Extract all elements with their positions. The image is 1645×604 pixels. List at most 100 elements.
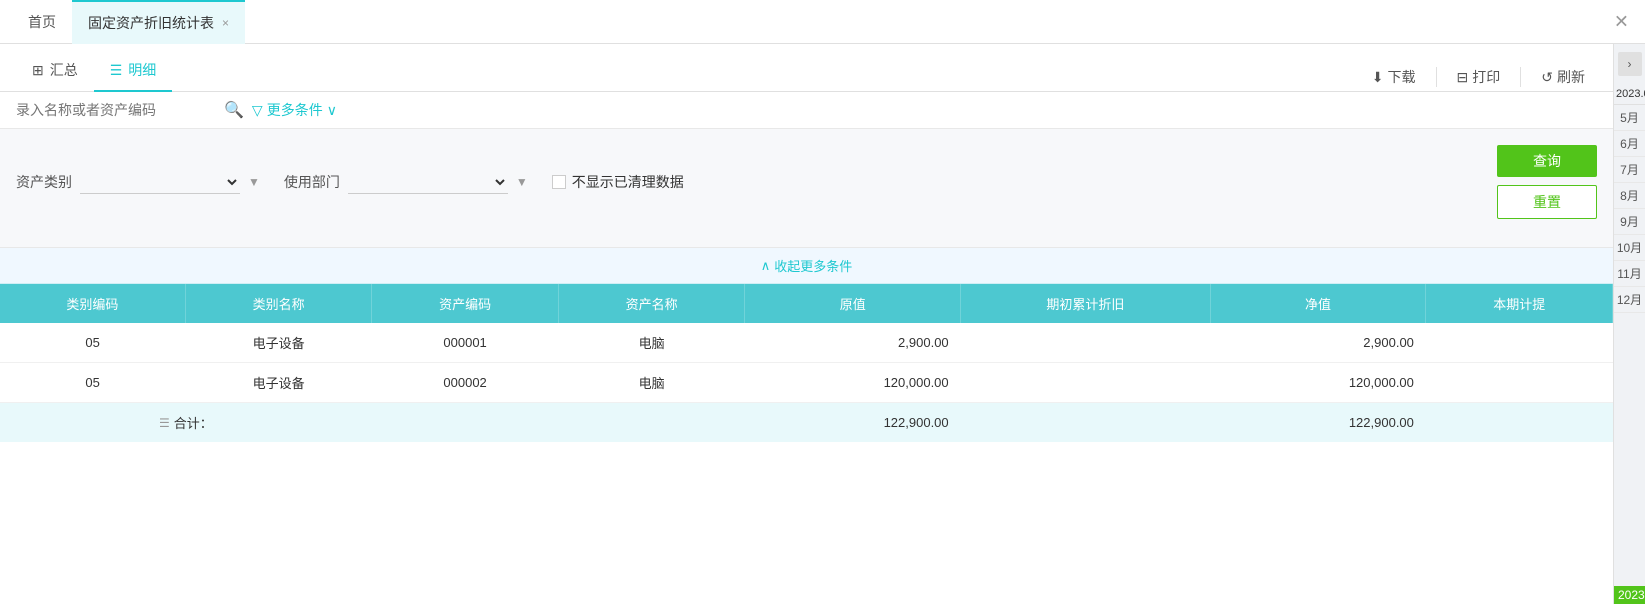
tab-summary[interactable]: ⊞ 汇总 xyxy=(16,50,94,92)
cell-initial-depreciation-2 xyxy=(961,363,1211,403)
home-nav-item[interactable]: 首页 xyxy=(12,0,72,44)
cell-current-provision-1 xyxy=(1426,323,1613,363)
year-badge[interactable]: 2023 xyxy=(1614,586,1645,604)
footer-label: 合计： xyxy=(174,413,213,432)
download-label: 下载 xyxy=(1388,67,1416,87)
left-panel: ⊞ 汇总 ☰ 明细 ⬇ 下载 ⊟ 打印 ↺ xyxy=(0,44,1613,604)
cell-asset-code-2: 000002 xyxy=(372,363,559,403)
month-9[interactable]: 9月 xyxy=(1614,209,1645,235)
table-body: 05 电子设备 000001 电脑 2,900.00 2,900.00 05 电… xyxy=(0,323,1613,403)
asset-category-arrow-icon: ▼ xyxy=(248,175,260,189)
table-header: 类别编码 类别名称 资产编码 资产名称 原值 期初累计折旧 净值 本期计提 xyxy=(0,284,1613,323)
view-tab-bar: ⊞ 汇总 ☰ 明细 ⬇ 下载 ⊟ 打印 ↺ xyxy=(0,44,1613,92)
footer-row: ☰ 合计： 122,900.00 122,900.00 xyxy=(0,403,1613,443)
print-label: 打印 xyxy=(1472,67,1500,87)
extended-filter-panel: 资产类别 ▼ 使用部门 ▼ 不显示已清理数据 xyxy=(0,129,1613,248)
footer-net-value: 122,900.00 xyxy=(1210,403,1426,443)
cell-asset-name-2: 电脑 xyxy=(558,363,745,403)
filter-actions: 查询 重置 xyxy=(1497,145,1597,219)
cell-category-name-1: 电子设备 xyxy=(185,323,372,363)
month-5[interactable]: 5月 xyxy=(1614,105,1645,131)
divider-2 xyxy=(1520,67,1521,87)
cell-current-provision-2 xyxy=(1426,363,1613,403)
use-department-arrow-icon: ▼ xyxy=(516,175,528,189)
print-icon: ⊟ xyxy=(1457,69,1469,86)
filter-icon: ▽ xyxy=(252,102,263,119)
month-8[interactable]: 8月 xyxy=(1614,183,1645,209)
tab-detail[interactable]: ☰ 明细 xyxy=(94,50,173,92)
more-filter-button[interactable]: ▽ 更多条件 ∨ xyxy=(252,100,337,120)
use-department-label: 使用部门 xyxy=(284,172,340,192)
collapse-label: 收起更多条件 xyxy=(774,256,852,275)
filter-row-1: 资产类别 ▼ 使用部门 ▼ 不显示已清理数据 xyxy=(16,145,1597,219)
download-button[interactable]: ⬇ 下载 xyxy=(1360,63,1428,91)
search-filter-bar: 🔍 ▽ 更多条件 ∨ xyxy=(0,92,1613,129)
footer-label-cell: ☰ 合计： xyxy=(0,403,372,443)
refresh-label: 刷新 xyxy=(1557,67,1585,87)
detail-tab-label: 明细 xyxy=(128,60,156,80)
use-department-select[interactable] xyxy=(348,171,508,194)
footer-initial-depreciation xyxy=(961,403,1211,443)
window-close-button[interactable]: ✕ xyxy=(1614,11,1629,32)
month-6[interactable]: 6月 xyxy=(1614,131,1645,157)
col-initial-depreciation: 期初累计折旧 xyxy=(961,284,1211,323)
refresh-button[interactable]: ↺ 刷新 xyxy=(1529,63,1597,91)
more-filter-label: 更多条件 xyxy=(267,100,323,120)
search-icon[interactable]: 🔍 xyxy=(224,100,244,120)
col-original-value: 原值 xyxy=(745,284,961,323)
collapse-filter-bar[interactable]: ∧ 收起更多条件 xyxy=(0,248,1613,284)
month-11[interactable]: 11月 xyxy=(1614,261,1645,287)
refresh-icon: ↺ xyxy=(1541,69,1553,86)
cell-category-code-1: 05 xyxy=(0,323,185,363)
print-button[interactable]: ⊟ 打印 xyxy=(1445,63,1513,91)
sidebar-expand-button[interactable]: › xyxy=(1618,52,1642,76)
cell-net-value-2: 120,000.00 xyxy=(1210,363,1426,403)
detail-tab-icon: ☰ xyxy=(110,62,123,79)
month-10[interactable]: 10月 xyxy=(1614,235,1645,261)
table-footer: ☰ 合计： 122,900.00 122,900.00 xyxy=(0,403,1613,443)
use-department-group: 使用部门 ▼ xyxy=(284,171,528,194)
asset-category-select[interactable] xyxy=(80,171,240,194)
footer-original-value: 122,900.00 xyxy=(745,403,961,443)
cell-category-code-2: 05 xyxy=(0,363,185,403)
table-row: 05 电子设备 000001 电脑 2,900.00 2,900.00 xyxy=(0,323,1613,363)
tab-close-icon[interactable]: × xyxy=(222,16,229,30)
col-current-provision: 本期计提 xyxy=(1426,284,1613,323)
action-buttons: ⬇ 下载 ⊟ 打印 ↺ 刷新 xyxy=(1360,63,1597,91)
summary-tab-label: 汇总 xyxy=(50,60,78,80)
chevron-down-icon: ∨ xyxy=(327,102,337,119)
date-display: 2023.01 xyxy=(1614,84,1645,105)
hide-cleared-label: 不显示已清理数据 xyxy=(572,172,684,192)
data-table: 类别编码 类别名称 资产编码 资产名称 原值 期初累计折旧 净值 本期计提 05… xyxy=(0,284,1613,442)
footer-current-provision xyxy=(1426,403,1613,443)
cell-initial-depreciation-1 xyxy=(961,323,1211,363)
asset-category-group: 资产类别 ▼ xyxy=(16,171,260,194)
active-tab[interactable]: 固定资产折旧统计表 × xyxy=(72,0,245,44)
search-input[interactable] xyxy=(16,102,216,118)
cell-original-value-1: 2,900.00 xyxy=(745,323,961,363)
table-row: 05 电子设备 000002 电脑 120,000.00 120,000.00 xyxy=(0,363,1613,403)
hide-cleared-checkbox[interactable] xyxy=(552,175,566,189)
table-wrapper: 类别编码 类别名称 资产编码 资产名称 原值 期初累计折旧 净值 本期计提 05… xyxy=(0,284,1613,604)
col-asset-code: 资产编码 xyxy=(372,284,559,323)
query-button[interactable]: 查询 xyxy=(1497,145,1597,177)
tab-title: 固定资产折旧统计表 xyxy=(88,13,214,33)
total-icon: ☰ xyxy=(159,416,170,430)
col-asset-name: 资产名称 xyxy=(558,284,745,323)
header-row: 类别编码 类别名称 资产编码 资产名称 原值 期初累计折旧 净值 本期计提 xyxy=(0,284,1613,323)
col-category-code: 类别编码 xyxy=(0,284,185,323)
col-net-value: 净值 xyxy=(1210,284,1426,323)
main-content: ⊞ 汇总 ☰ 明细 ⬇ 下载 ⊟ 打印 ↺ xyxy=(0,44,1645,604)
summary-tab-icon: ⊞ xyxy=(32,62,44,79)
col-category-name: 类别名称 xyxy=(185,284,372,323)
cell-asset-code-1: 000001 xyxy=(372,323,559,363)
month-7[interactable]: 7月 xyxy=(1614,157,1645,183)
reset-button[interactable]: 重置 xyxy=(1497,185,1597,219)
cell-net-value-1: 2,900.00 xyxy=(1210,323,1426,363)
asset-category-label: 资产类别 xyxy=(16,172,72,192)
footer-empty-1 xyxy=(372,403,559,443)
divider-1 xyxy=(1436,67,1437,87)
cell-category-name-2: 电子设备 xyxy=(185,363,372,403)
month-12[interactable]: 12月 xyxy=(1614,287,1645,313)
download-icon: ⬇ xyxy=(1372,69,1384,86)
